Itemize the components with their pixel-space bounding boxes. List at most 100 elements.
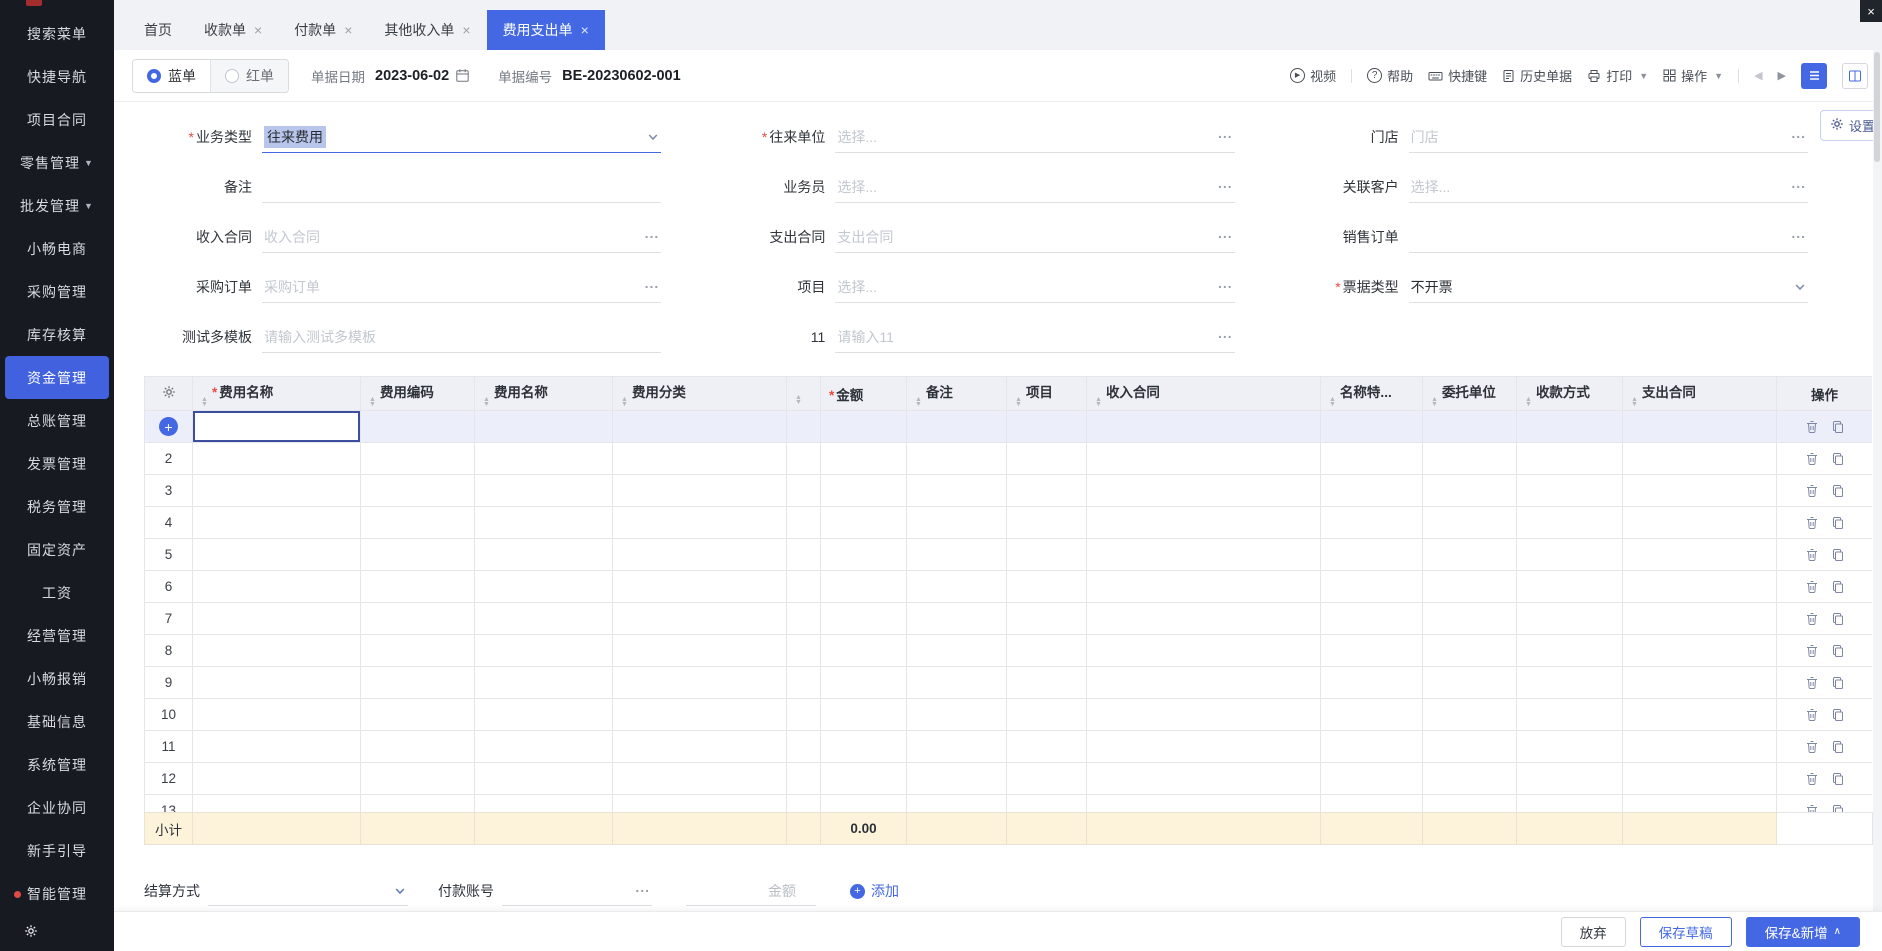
- cell[interactable]: [1006, 634, 1087, 667]
- tab-付款单[interactable]: 付款单 ×: [278, 10, 368, 50]
- copy-row-icon[interactable]: [1831, 740, 1845, 754]
- cell[interactable]: [1516, 538, 1623, 571]
- cell[interactable]: [786, 506, 821, 539]
- cell[interactable]: [820, 666, 907, 699]
- cell[interactable]: [192, 730, 361, 763]
- cell[interactable]: [612, 602, 787, 635]
- cell[interactable]: [820, 442, 907, 475]
- delete-row-icon[interactable]: [1805, 580, 1819, 594]
- table-scroll-area[interactable]: ▲ ▼ * 费用名称 ▲ ▼ 费用编码 ▲ ▼ 费用名称 ▲ ▼ 费用分类 ▲ ▼ * 金额 ▲ ▼ 备注 ▲ ▼ 项目 ▲ ▼…: [144, 376, 1872, 812]
- split-layout-button[interactable]: [1842, 62, 1868, 89]
- cell[interactable]: [1516, 698, 1623, 731]
- cell[interactable]: [612, 506, 787, 539]
- copy-row-icon[interactable]: [1831, 516, 1845, 530]
- cell[interactable]: [612, 730, 787, 763]
- cell[interactable]: [1320, 442, 1423, 475]
- more-icon[interactable]: ...: [1218, 226, 1233, 243]
- cell[interactable]: [1422, 794, 1517, 812]
- cell[interactable]: [1516, 634, 1623, 667]
- cell[interactable]: [1320, 666, 1423, 699]
- cell[interactable]: [1006, 442, 1087, 475]
- field-input-备注[interactable]: [262, 171, 662, 203]
- cell[interactable]: [612, 698, 787, 731]
- more-icon[interactable]: ...: [635, 880, 650, 897]
- cell[interactable]: [1622, 698, 1777, 731]
- cell[interactable]: [1086, 506, 1321, 539]
- cell[interactable]: [820, 506, 907, 539]
- cell[interactable]: [1086, 410, 1321, 443]
- sidebar-item-搜索菜单[interactable]: 搜索菜单: [5, 12, 109, 55]
- vertical-scrollbar[interactable]: [1873, 50, 1882, 911]
- column-header-费用名称[interactable]: ▲ ▼ 费用名称: [474, 376, 613, 411]
- cell[interactable]: [474, 794, 613, 812]
- cell[interactable]: [612, 570, 787, 603]
- delete-row-icon[interactable]: [1805, 548, 1819, 562]
- cell[interactable]: [1422, 762, 1517, 795]
- cell[interactable]: [192, 474, 361, 507]
- copy-row-icon[interactable]: [1831, 580, 1845, 594]
- cell[interactable]: [474, 506, 613, 539]
- add-row-button[interactable]: +: [159, 417, 178, 436]
- next-doc-arrow[interactable]: ▶: [1778, 69, 1786, 82]
- sidebar-gear-icon[interactable]: [24, 924, 38, 943]
- cell[interactable]: [612, 538, 787, 571]
- add-payment-button[interactable]: + 添加: [850, 881, 899, 901]
- calendar-icon[interactable]: [455, 68, 470, 83]
- cell[interactable]: [360, 538, 475, 571]
- cell[interactable]: [1320, 570, 1423, 603]
- cell[interactable]: [1006, 474, 1087, 507]
- cell[interactable]: [360, 762, 475, 795]
- cell[interactable]: [786, 666, 821, 699]
- sidebar-item-税务管理[interactable]: 税务管理: [5, 485, 109, 528]
- chevron-down-icon[interactable]: [647, 131, 659, 143]
- column-header-费用分类[interactable]: ▲ ▼ 费用分类: [612, 376, 787, 411]
- cell[interactable]: [1086, 634, 1321, 667]
- sidebar-item-基础信息[interactable]: 基础信息: [5, 700, 109, 743]
- cell[interactable]: [786, 634, 821, 667]
- copy-row-icon[interactable]: [1831, 644, 1845, 658]
- sort-icon[interactable]: ▲ ▼: [1095, 396, 1102, 408]
- cell[interactable]: [474, 570, 613, 603]
- cell[interactable]: [1422, 506, 1517, 539]
- more-icon[interactable]: ...: [1218, 276, 1233, 293]
- cell[interactable]: [1622, 602, 1777, 635]
- cell[interactable]: [1422, 442, 1517, 475]
- cell[interactable]: [786, 762, 821, 795]
- cell[interactable]: [192, 698, 361, 731]
- sidebar-item-企业协同[interactable]: 企业协同: [5, 786, 109, 829]
- more-icon[interactable]: ...: [645, 226, 660, 243]
- cell[interactable]: [1006, 538, 1087, 571]
- cell[interactable]: [820, 474, 907, 507]
- copy-row-icon[interactable]: [1831, 804, 1845, 812]
- cell[interactable]: [786, 730, 821, 763]
- delete-row-icon[interactable]: [1805, 516, 1819, 530]
- cell[interactable]: [1086, 794, 1321, 812]
- sort-icon[interactable]: ▲ ▼: [369, 396, 376, 408]
- cell[interactable]: [192, 762, 361, 795]
- sidebar-item-工资[interactable]: 工资: [5, 571, 109, 614]
- cell[interactable]: [906, 698, 1007, 731]
- expense-name-input[interactable]: [193, 411, 360, 442]
- cell[interactable]: [1086, 570, 1321, 603]
- copy-row-icon[interactable]: [1831, 676, 1845, 690]
- cell[interactable]: [820, 730, 907, 763]
- copy-row-icon[interactable]: [1831, 772, 1845, 786]
- sidebar-item-小畅电商[interactable]: 小畅电商: [5, 227, 109, 270]
- sidebar-item-智能管理[interactable]: 智能管理: [5, 872, 109, 915]
- cell[interactable]: [192, 442, 361, 475]
- cell[interactable]: [1006, 730, 1087, 763]
- sidebar-item-库存核算[interactable]: 库存核算: [5, 313, 109, 356]
- field-input-收入合同[interactable]: 收入合同...: [262, 221, 662, 253]
- cell[interactable]: [1622, 442, 1777, 475]
- more-icon[interactable]: ...: [1791, 126, 1806, 143]
- cell[interactable]: [1516, 602, 1623, 635]
- cell[interactable]: [906, 442, 1007, 475]
- cell[interactable]: [906, 474, 1007, 507]
- delete-row-icon[interactable]: [1805, 708, 1819, 722]
- cell[interactable]: [1086, 474, 1321, 507]
- cell[interactable]: [1006, 602, 1087, 635]
- toolbar-history-button[interactable]: 历史单据: [1502, 66, 1572, 85]
- cell[interactable]: [1516, 730, 1623, 763]
- cell[interactable]: [1320, 474, 1423, 507]
- settle-method-select[interactable]: [208, 876, 408, 906]
